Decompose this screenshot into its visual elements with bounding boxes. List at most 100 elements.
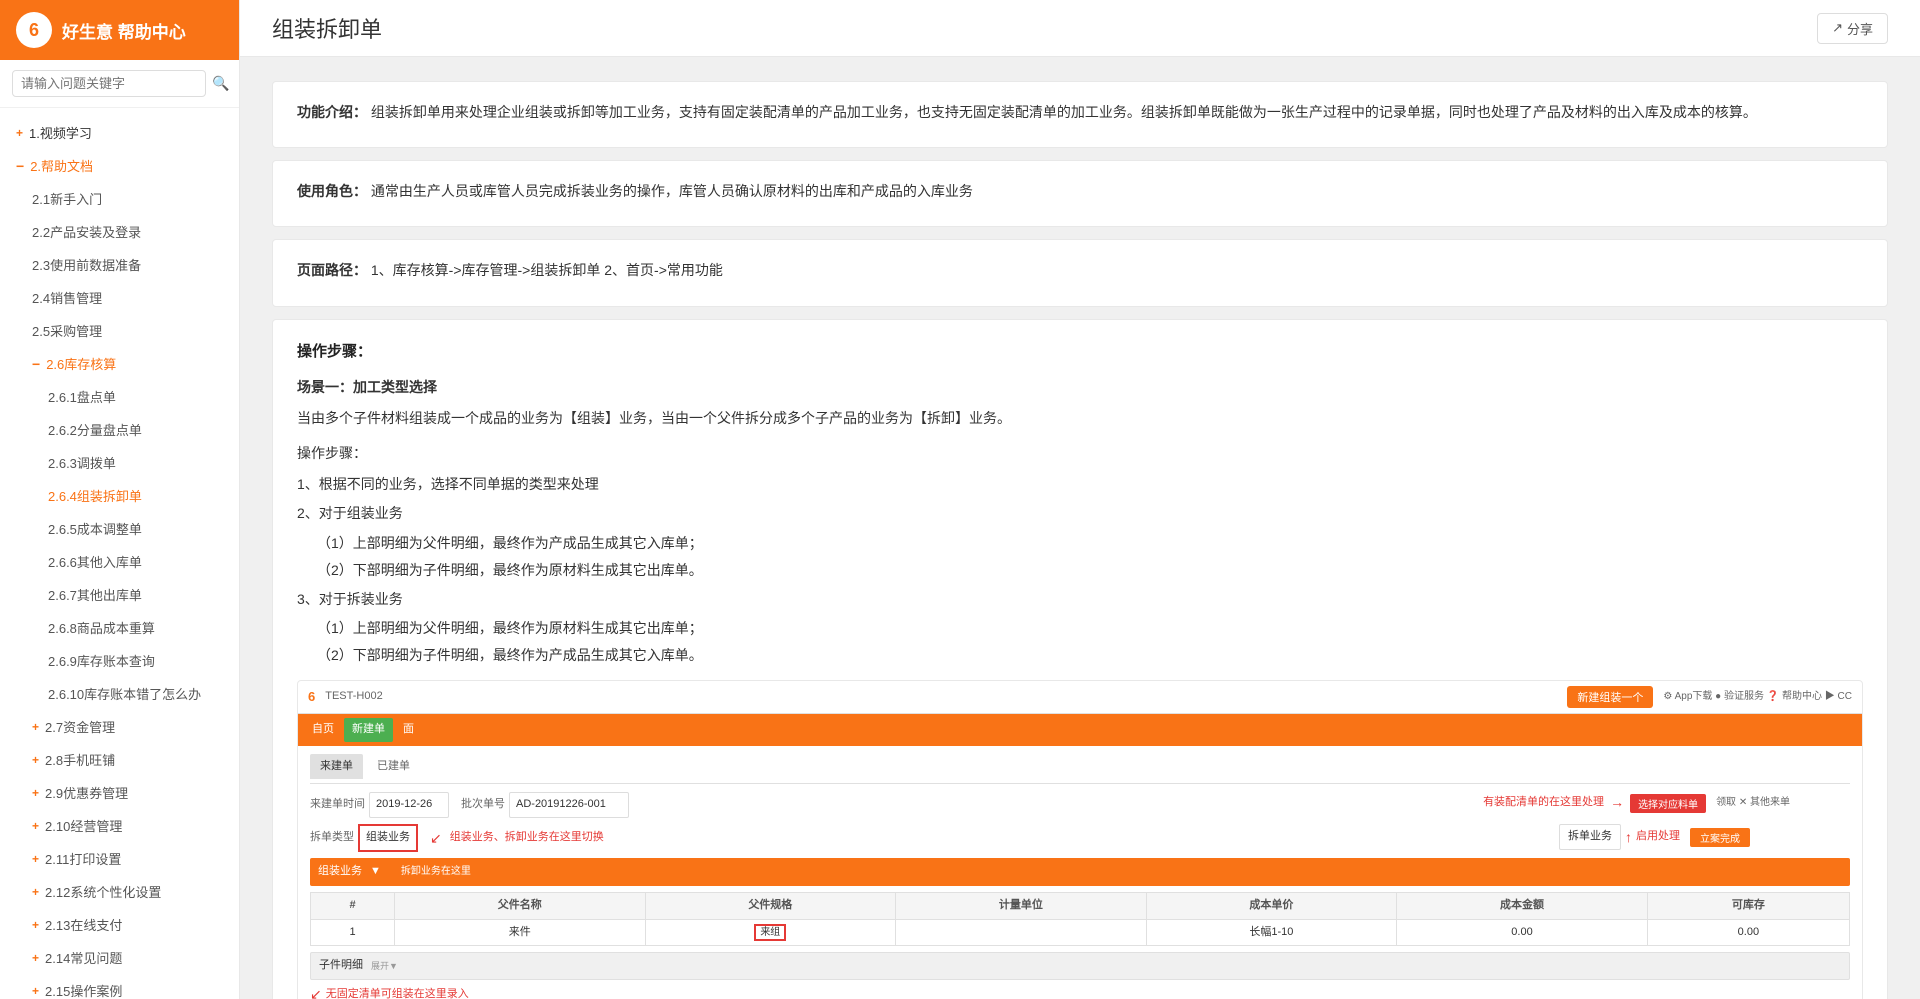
sidebar-item-other-out[interactable]: 2.6.7其他出库单 [0,578,239,611]
ss-th-stock: 可库存 [1647,892,1849,919]
ss-expand-icon: ▼ [370,862,381,882]
top-bar: 组装拆卸单 ↗ 分享 [240,0,1920,57]
expand-icon-print: + [32,852,39,866]
step3-sublist: （1）上部明细为父件明细，最终作为原材料生成其它出库单； （2）下部明细为子件明… [297,616,1863,668]
intro-text: 功能介绍： 组装拆卸单用来处理企业组装或拆卸等加工业务，支持有固定装配清单的产品… [297,100,1863,125]
expand-icon-payment: + [32,918,39,932]
step-1: 1、根据不同的业务，选择不同单据的类型来处理 [297,472,1863,497]
sidebar-item-stock-query[interactable]: 2.6.9库存账本查询 [0,644,239,677]
ss-annotation1-group: 有装配清单的在这里处理 → 选择对应料单 领取 ✕ 其他来单 [1483,790,1790,815]
ss-tab-done[interactable]: 已建单 [367,754,420,780]
ss-th-cost-amt: 成本金额 [1397,892,1648,919]
step-3: 3、对于拆装业务 （1）上部明细为父件明细，最终作为原材料生成其它出库单； （2… [297,587,1863,669]
sidebar-item-newcomer[interactable]: 2.1新手入门 [0,182,239,215]
expand-icon-coupon: + [32,786,39,800]
ss-form-date: 来建单时间 2019-12-26 [310,792,449,818]
ss-arrow2: ↙ [430,826,442,851]
ss-td-qty: 长幅1-10 [1146,919,1397,946]
sidebar-item-print[interactable]: + 2.11打印设置 [0,842,239,875]
ss-th-parent-spec: 父件规格 [645,892,896,919]
ss-nav-list[interactable]: 面 [397,718,420,742]
ss-search-input[interactable]: 拆单业务 [1559,824,1621,850]
collapse-icon: − [16,159,24,173]
step2-sub2: （2）下部明细为子件明细，最终作为原材料生成其它出库单。 [317,558,1863,583]
sidebar-item-install[interactable]: 2.2产品安装及登录 [0,215,239,248]
sidebar-item-cost-recalc[interactable]: 2.6.8商品成本重算 [0,611,239,644]
ss-hint: 拆卸业务在这里 [401,863,471,881]
ss-table-title: 组装业务 [318,862,362,882]
ss-table-header: 组装业务 ▼ 拆卸业务在这里 [310,858,1850,886]
ss-batch-value: AD-20191226-001 [509,792,629,818]
sidebar-item-inventory[interactable]: − 2.6库存核算 [0,347,239,380]
steps-title: 操作步骤： [297,338,1863,365]
sidebar-item-purchase[interactable]: 2.5采购管理 [0,314,239,347]
ss-nav-new[interactable]: 新建单 [344,718,393,742]
ss-th-unit: 计量单位 [896,892,1147,919]
sidebar-item-transfer[interactable]: 2.6.3调拨单 [0,446,239,479]
ss-nav-home[interactable]: 自页 [306,718,340,742]
path-card: 页面路径： 1、库存核算->库存管理->组装拆卸单 2、首页->常用功能 [272,239,1888,306]
ss-type-label: 拆单类型 [310,828,354,848]
sidebar-item-docs[interactable]: − 2.帮助文档 [0,149,239,182]
scenario1-desc: 当由多个子件材料组装成一个成品的业务为【组装】业务，当由一个父件拆分成多个子产品… [297,406,1863,431]
ss-th-no: # [311,892,395,919]
ss-select-btn[interactable]: 选择对应料单 [1630,794,1706,813]
sidebar-item-prepare[interactable]: 2.3使用前数据准备 [0,248,239,281]
sidebar-item-partial-stocktake[interactable]: 2.6.2分量盘点单 [0,413,239,446]
expand-icon-ops: + [32,819,39,833]
ss-annotation3-group: 拆单业务 ↑ 启用处理 立案完成 [1559,824,1750,850]
search-input[interactable] [12,70,206,97]
expand-icon-faq: + [32,951,39,965]
role-card: 使用角色： 通常由生产人员或库管人员完成拆装业务的操作，库管人员确认原材料的出库… [272,160,1888,227]
sidebar-item-finance[interactable]: + 2.7资金管理 [0,710,239,743]
ss-batch-label: 批次单号 [461,795,505,815]
sidebar-item-mobile[interactable]: + 2.8手机旺铺 [0,743,239,776]
sidebar-item-other-in[interactable]: 2.6.6其他入库单 [0,545,239,578]
sidebar-item-coupon[interactable]: + 2.9优惠券管理 [0,776,239,809]
sidebar-item-faq[interactable]: + 2.14常见问题 [0,941,239,974]
sidebar-item-sales[interactable]: 2.4销售管理 [0,281,239,314]
share-icon: ↗ [1832,20,1843,36]
expand-icon-customize: + [32,885,39,899]
page-title: 组装拆卸单 [272,12,382,44]
sidebar-item-videos[interactable]: + 1.视频学习 [0,116,239,149]
screenshot-container: 6 TEST-H002 新建组装一个 ⚙ App下载 ● 验证服务 ❓ 帮助中心… [297,680,1863,999]
expand-icon-mobile: + [32,753,39,767]
sidebar-item-stocktake[interactable]: 2.6.1盘点单 [0,380,239,413]
sidebar-item-assembly[interactable]: 2.6.4组装拆卸单 [0,479,239,512]
collapse-icon-inventory: − [32,357,40,371]
ss-th-parent-name: 父件名称 [395,892,646,919]
sidebar-item-cost-adjust[interactable]: 2.6.5成本调整单 [0,512,239,545]
sidebar-item-cases[interactable]: + 2.15操作案例 [0,974,239,999]
ss-td-name: 来件 [395,919,646,946]
ss-tab-new[interactable]: 来建单 [310,754,363,780]
sidebar-item-payment[interactable]: + 2.13在线支付 [0,908,239,941]
ss-spec-red: 来组 [754,924,786,941]
ss-subtable-hint: 展开▼ [371,958,398,974]
expand-icon-cases: + [32,984,39,998]
sidebar-item-customize[interactable]: + 2.12系统个性化设置 [0,875,239,908]
ss-confirm-btn[interactable]: 立案完成 [1690,828,1750,847]
sidebar-item-ops[interactable]: + 2.10经营管理 [0,809,239,842]
main-content: 组装拆卸单 ↗ 分享 功能介绍： 组装拆卸单用来处理企业组装或拆卸等加工业务，支… [240,0,1920,999]
scenario1-title: 场景一：加工类型选择 [297,375,1863,400]
step-2: 2、对于组装业务 （1）上部明细为父件明细，最终作为产成品生成其它入库单； （2… [297,501,1863,583]
steps-card: 操作步骤： 场景一：加工类型选择 当由多个子件材料组装成一个成品的业务为【组装】… [272,319,1888,999]
expand-icon: + [16,126,23,140]
sidebar: 6 好生意 帮助中心 🔍 + 1.视频学习 − 2.帮助文档 2.1新手入门 2… [0,0,240,999]
share-button[interactable]: ↗ 分享 [1817,13,1888,44]
search-box: 🔍 [0,60,239,108]
search-icon[interactable]: 🔍 [212,75,229,92]
ss-logo: 6 [308,685,315,708]
table-row: 1 来件 来组 长幅1-10 0.00 0.00 [311,919,1850,946]
ss-new-btn[interactable]: 新建组装一个 [1567,686,1653,708]
content-area: 功能介绍： 组装拆卸单用来处理企业组装或拆卸等加工业务，支持有固定装配清单的产品… [240,57,1920,999]
step3-sub1: （1）上部明细为父件明细，最终作为原材料生成其它出库单； [317,616,1863,641]
ss-td-no: 1 [311,919,395,946]
ss-annotation3: 启用处理 [1636,827,1680,847]
ss-subtable-title: 子件明细 [319,956,363,976]
ss-td-spec: 来组 [645,919,896,946]
sidebar-item-stock-error[interactable]: 2.6.10库存账本错了怎么办 [0,677,239,710]
expand-icon-finance: + [32,720,39,734]
ss-annotation4-group: ↙ 无固定清单可组装在这里录入 [310,982,1850,999]
